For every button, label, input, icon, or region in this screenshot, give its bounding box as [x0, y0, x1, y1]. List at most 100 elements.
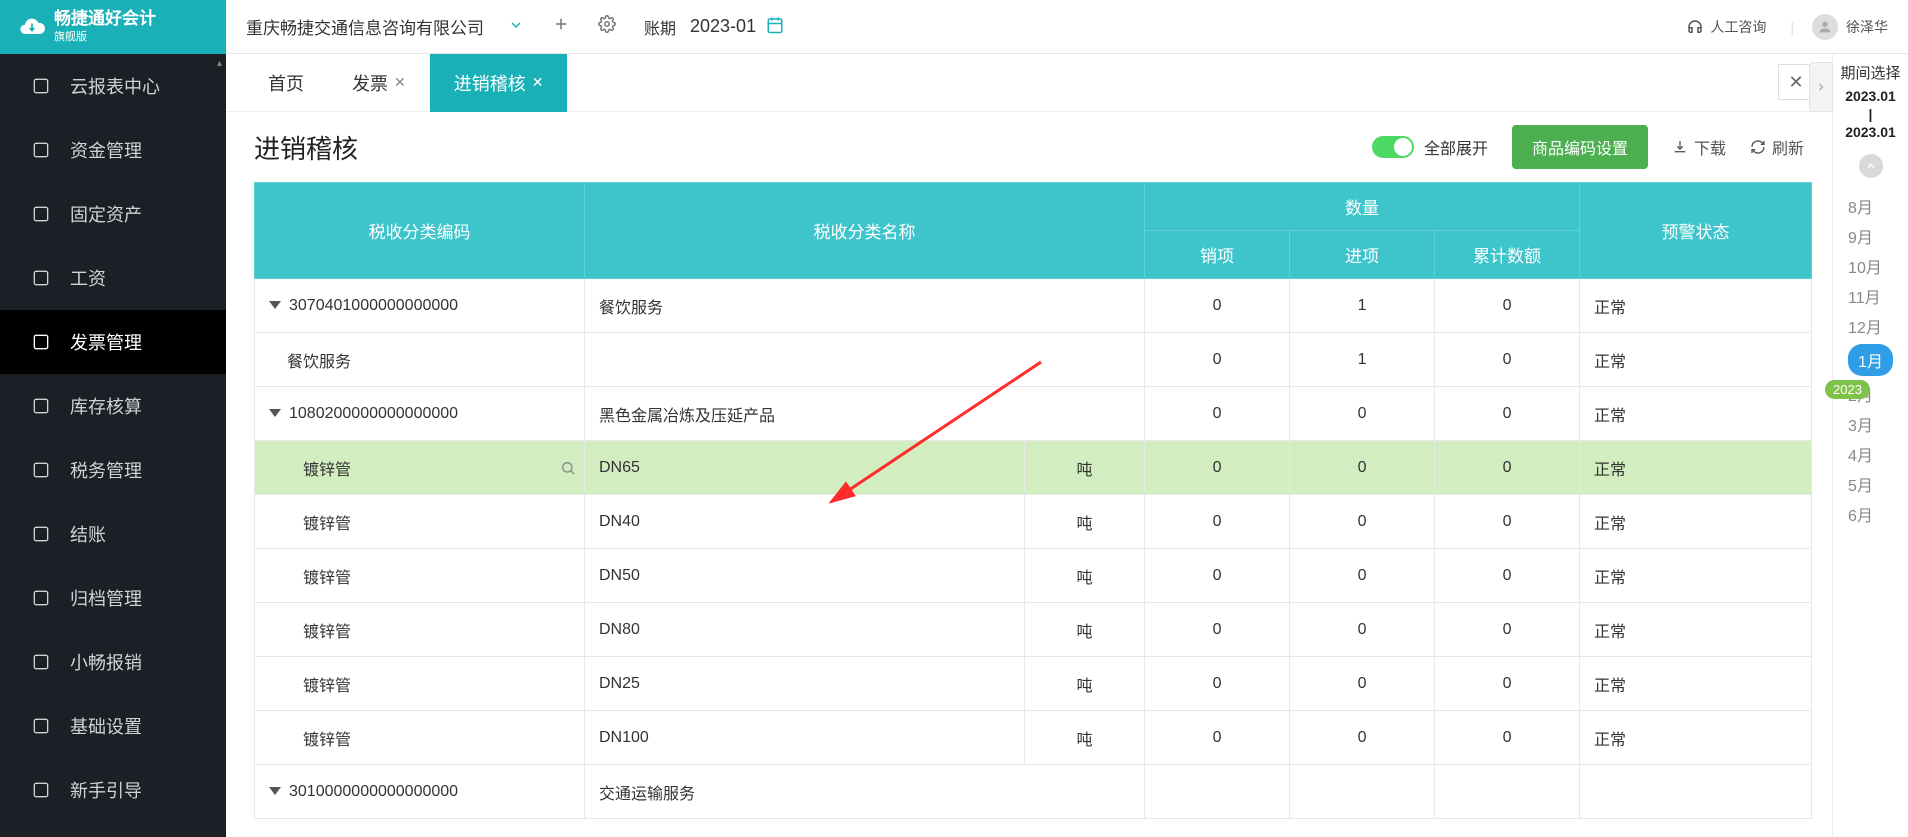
- sidebar-item-3[interactable]: 工资: [0, 246, 226, 310]
- month-option[interactable]: 11月: [1848, 284, 1893, 308]
- tab-label: 发票: [352, 70, 388, 96]
- download-button[interactable]: 下载: [1672, 135, 1726, 159]
- settings-icon[interactable]: [598, 15, 616, 38]
- refresh-button[interactable]: 刷新: [1750, 135, 1804, 159]
- table-row[interactable]: 镀锌管DN80吨000正常: [255, 603, 1812, 657]
- sidebar-item-9[interactable]: 小畅报销: [0, 630, 226, 694]
- table-row[interactable]: 镀锌管DN100吨000正常: [255, 711, 1812, 765]
- table-row[interactable]: 1080200000000000000黑色金属冶炼及压延产品000正常: [255, 387, 1812, 441]
- month-option[interactable]: 6月: [1848, 502, 1893, 526]
- brand-edition: 旗舰版: [54, 31, 156, 43]
- sidebar-item-6[interactable]: 税务管理: [0, 438, 226, 502]
- cell-spec: DN80: [585, 603, 1025, 657]
- tree-collapse-icon[interactable]: [269, 301, 281, 309]
- cell-in: [1290, 765, 1435, 819]
- month-option[interactable]: 12月: [1848, 314, 1893, 338]
- table-row[interactable]: 餐饮服务010正常: [255, 333, 1812, 387]
- cell-unit: 吨: [1025, 603, 1145, 657]
- cell-alert: [1580, 765, 1812, 819]
- cell-alert: 正常: [1580, 441, 1812, 495]
- cell-in: 0: [1290, 441, 1435, 495]
- table-row[interactable]: 3010000000000000000交通运输服务: [255, 765, 1812, 819]
- cell-sum: 0: [1435, 387, 1580, 441]
- sidebar-item-8[interactable]: 归档管理: [0, 566, 226, 630]
- avatar-icon: [1812, 14, 1838, 40]
- close-icon[interactable]: ✕: [532, 74, 544, 91]
- box-icon: [30, 395, 52, 417]
- cell-name: 镀锌管: [255, 495, 585, 549]
- rail-scroll-up-icon[interactable]: [1859, 154, 1883, 178]
- company-name[interactable]: 重庆畅捷交通信息咨询有限公司: [246, 14, 484, 39]
- tab-label: 首页: [268, 70, 304, 96]
- cell-sum: 0: [1435, 495, 1580, 549]
- cell-unit: 吨: [1025, 657, 1145, 711]
- sidebar-item-5[interactable]: 库存核算: [0, 374, 226, 438]
- add-icon[interactable]: [552, 15, 570, 38]
- month-option[interactable]: 5月: [1848, 472, 1893, 496]
- table-row[interactable]: 镀锌管DN25吨000正常: [255, 657, 1812, 711]
- scroll-up-icon[interactable]: ▴: [217, 58, 222, 69]
- cell-out: 0: [1145, 549, 1290, 603]
- tab-0[interactable]: 首页: [244, 54, 328, 112]
- cell-spec: DN50: [585, 549, 1025, 603]
- cell-sum: 0: [1435, 711, 1580, 765]
- cell-name: 镀锌管: [255, 441, 585, 495]
- archive-icon: [30, 587, 52, 609]
- table-row[interactable]: 镀锌管DN50吨000正常: [255, 549, 1812, 603]
- sidebar-item-label: 结账: [70, 521, 106, 547]
- table-row[interactable]: 镀锌管DN65吨000正常: [255, 441, 1812, 495]
- search-icon[interactable]: [560, 460, 576, 476]
- cell-out: 0: [1145, 441, 1290, 495]
- month-option[interactable]: 8月: [1848, 194, 1893, 218]
- month-option[interactable]: 3月: [1848, 412, 1893, 436]
- sidebar-item-10[interactable]: 基础设置: [0, 694, 226, 758]
- cell-unit: 吨: [1025, 711, 1145, 765]
- cell-unit: 吨: [1025, 495, 1145, 549]
- sidebar-item-label: 固定资产: [70, 201, 142, 227]
- expand-all-toggle[interactable]: [1372, 136, 1414, 158]
- lock-icon: [30, 523, 52, 545]
- tab-1[interactable]: 发票 ✕: [328, 54, 430, 112]
- support-link[interactable]: 人工咨询: [1686, 17, 1766, 37]
- sidebar-item-label: 基础设置: [70, 713, 142, 739]
- tab-2[interactable]: 进销稽核✕: [430, 54, 568, 112]
- close-icon[interactable]: ✕: [394, 74, 406, 91]
- sidebar-item-11[interactable]: 新手引导: [0, 758, 226, 822]
- tree-collapse-icon[interactable]: [269, 787, 281, 795]
- period-rail: 期间选择 2023.01|2023.01 8月9月10月11月12月1月2月3月…: [1832, 54, 1908, 837]
- cell-name: 黑色金属冶炼及压延产品: [585, 387, 1145, 441]
- company-dropdown-icon[interactable]: [508, 17, 524, 36]
- cell-alert: 正常: [1580, 333, 1812, 387]
- cell-alert: 正常: [1580, 387, 1812, 441]
- tree-collapse-icon[interactable]: [269, 409, 281, 417]
- cell-alert: 正常: [1580, 603, 1812, 657]
- cell-sum: [1435, 765, 1580, 819]
- product-code-settings-button[interactable]: 商品编码设置: [1512, 125, 1648, 169]
- period-label: 账期: [644, 15, 676, 39]
- username: 徐泽华: [1846, 17, 1888, 37]
- month-option[interactable]: 10月: [1848, 254, 1893, 278]
- table-row[interactable]: 镀锌管DN40吨000正常: [255, 495, 1812, 549]
- sidebar-item-1[interactable]: 资金管理: [0, 118, 226, 182]
- table-row[interactable]: 3070401000000000000餐饮服务010正常: [255, 279, 1812, 333]
- month-option[interactable]: 9月: [1848, 224, 1893, 248]
- money-icon: [30, 139, 52, 161]
- user-menu[interactable]: 徐泽华: [1812, 14, 1888, 40]
- sidebar-item-2[interactable]: 固定资产: [0, 182, 226, 246]
- sidebar-item-4[interactable]: 发票管理: [0, 310, 226, 374]
- col-tax-name: 税收分类名称: [585, 183, 1145, 279]
- month-option[interactable]: 4月: [1848, 442, 1893, 466]
- col-sum: 累计数额: [1435, 231, 1580, 279]
- support-label: 人工咨询: [1710, 17, 1766, 37]
- rail-collapse-icon[interactable]: [1809, 62, 1833, 112]
- cell-alert: 正常: [1580, 495, 1812, 549]
- col-tax-code: 税收分类编码: [255, 183, 585, 279]
- month-option[interactable]: 1月: [1848, 344, 1893, 376]
- sidebar-item-0[interactable]: 云报表中心: [0, 54, 226, 118]
- cell-code: 3070401000000000000: [255, 279, 585, 333]
- chart-icon: [30, 75, 52, 97]
- cell-alert: 正常: [1580, 657, 1812, 711]
- sidebar-item-7[interactable]: 结账: [0, 502, 226, 566]
- cell-out: 0: [1145, 711, 1290, 765]
- calendar-icon[interactable]: [766, 16, 784, 37]
